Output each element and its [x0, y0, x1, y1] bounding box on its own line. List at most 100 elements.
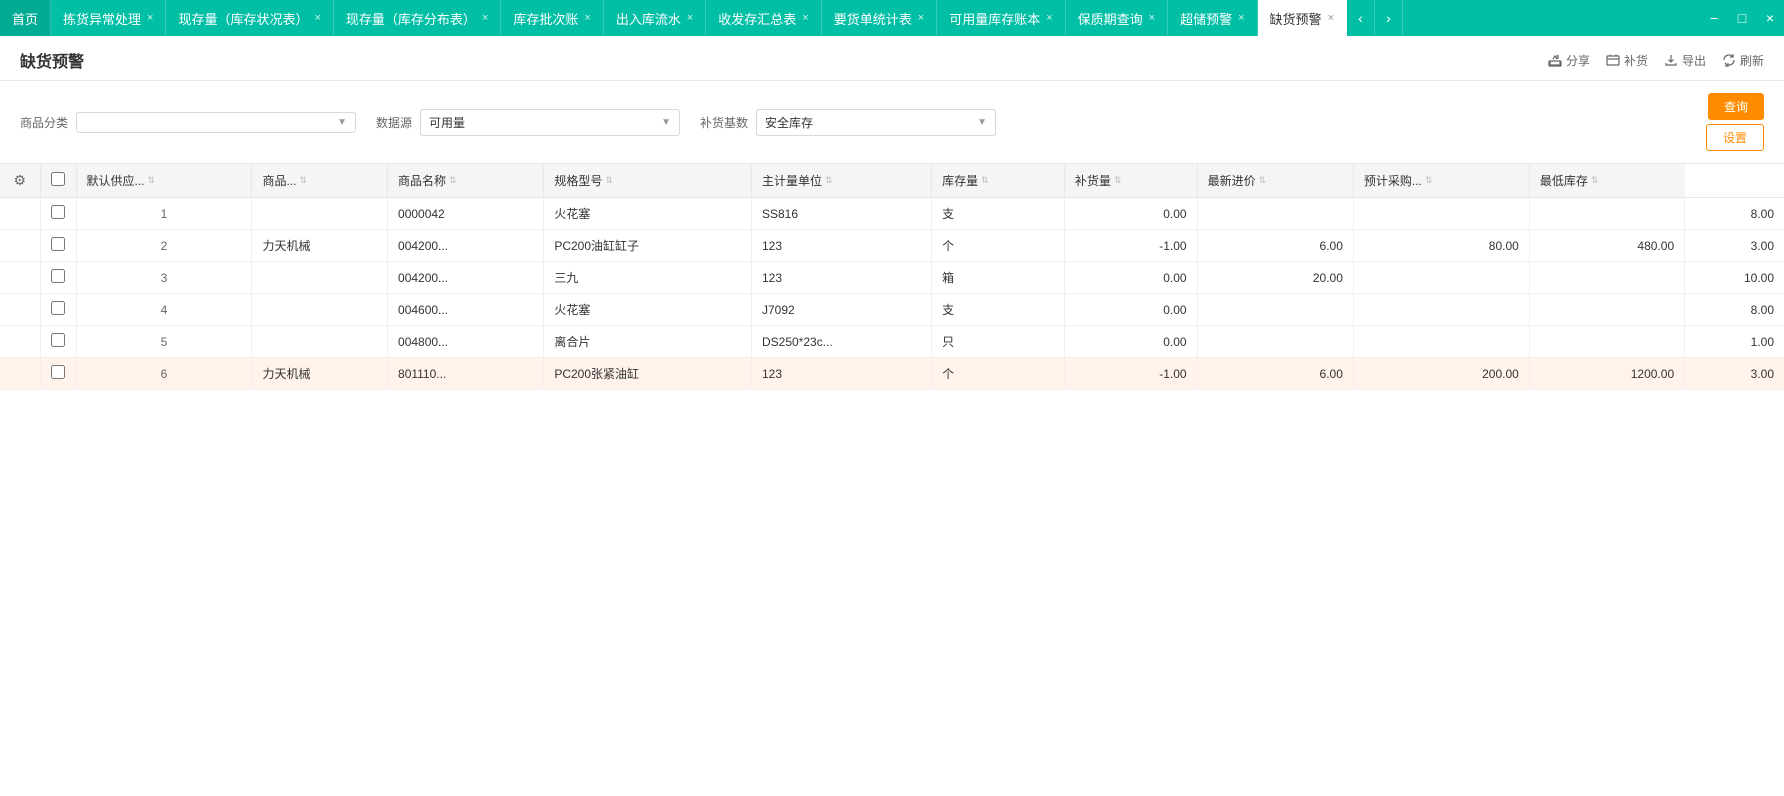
refresh-action[interactable]: 刷新 [1722, 52, 1764, 69]
row-min-stock: 8.00 [1685, 198, 1784, 230]
tab-close-overstock[interactable]: × [1238, 12, 1244, 24]
tab-stock-dist[interactable]: 现存量（库存分布表） × [334, 0, 501, 36]
row-min-stock: 8.00 [1685, 294, 1784, 326]
row-replenish-qty [1197, 198, 1353, 230]
row-stock-qty: 0.00 [1064, 326, 1197, 358]
select-all-checkbox[interactable] [51, 172, 65, 186]
tab-batch[interactable]: 库存批次账 × [501, 0, 603, 36]
page-header: 缺货预警 分享 补货 导出 [0, 36, 1784, 81]
table-row: 3 004200... 三九 123 箱 0.00 20.00 10.00 [0, 262, 1784, 294]
row-index: 5 [76, 326, 252, 358]
tab-inout-flow[interactable]: 出入库流水 × [604, 0, 706, 36]
sort-goods-name-icon[interactable]: ⇅ [449, 175, 457, 186]
sort-replenish-qty-icon[interactable]: ⇅ [1114, 175, 1122, 186]
row-stock-qty: -1.00 [1064, 358, 1197, 390]
tab-shortage[interactable]: 缺货预警 × [1258, 0, 1347, 36]
sort-stock-qty-icon[interactable]: ⇅ [981, 175, 989, 186]
replenish-action[interactable]: 补货 [1606, 52, 1648, 69]
row-goods-code: 004800... [388, 326, 544, 358]
main-content: 缺货预警 分享 补货 导出 [0, 36, 1784, 796]
th-goods-code: 商品... ⇅ [252, 164, 388, 198]
setting-button[interactable]: 设置 [1706, 124, 1764, 151]
export-action[interactable]: 导出 [1664, 52, 1706, 69]
sort-est-purchase-icon[interactable]: ⇅ [1425, 175, 1433, 186]
gear-settings-icon[interactable]: ⚙ [13, 172, 26, 188]
row-supplier: 力天机械 [252, 358, 388, 390]
tab-available-ledger[interactable]: 可用量库存账本 × [937, 0, 1065, 36]
tab-expiry[interactable]: 保质期查询 × [1066, 0, 1168, 36]
sort-goods-code-icon[interactable]: ⇅ [299, 175, 307, 186]
tab-nav-next[interactable]: › [1375, 0, 1403, 36]
window-close-btn[interactable]: × [1756, 0, 1784, 36]
replenish-base-select[interactable]: 安全库存 ▼ [756, 109, 996, 136]
row-checkbox[interactable] [51, 205, 65, 219]
datasource-select[interactable]: 可用量 ▼ [420, 109, 680, 136]
row-gear-cell [0, 294, 40, 326]
tab-stock-status[interactable]: 现存量（库存状况表） × [166, 0, 333, 36]
row-stock-qty: -1.00 [1064, 230, 1197, 262]
tab-close-demand-stat[interactable]: × [918, 12, 924, 24]
row-index: 6 [76, 358, 252, 390]
row-goods-code: 0000042 [388, 198, 544, 230]
tab-close-expiry[interactable]: × [1149, 12, 1155, 24]
row-unit: 支 [932, 198, 1065, 230]
share-action[interactable]: 分享 [1548, 52, 1590, 69]
replenish-base-select-value: 安全库存 [765, 114, 813, 131]
replenish-base-label: 补货基数 [700, 114, 748, 131]
sort-unit-icon[interactable]: ⇅ [825, 175, 833, 186]
tab-close-inout-flow[interactable]: × [687, 12, 693, 24]
tab-close-stock-status[interactable]: × [314, 12, 320, 24]
tab-close-stock-dist[interactable]: × [482, 12, 488, 24]
row-checkbox[interactable] [51, 237, 65, 251]
row-goods-code: 004200... [388, 230, 544, 262]
datasource-filter-group: 数据源 可用量 ▼ [376, 109, 680, 136]
row-stock-qty: 0.00 [1064, 294, 1197, 326]
tab-demand-stat[interactable]: 要货单统计表 × [822, 0, 937, 36]
row-replenish-qty [1197, 294, 1353, 326]
tab-close-abnormal[interactable]: × [147, 12, 153, 24]
row-checkbox[interactable] [51, 333, 65, 347]
tab-window-actions: − □ × [1700, 0, 1784, 36]
sort-supplier-icon[interactable]: ⇅ [148, 175, 156, 186]
query-button[interactable]: 查询 [1708, 93, 1764, 120]
row-spec: J7092 [751, 294, 931, 326]
window-minimize-btn[interactable]: − [1700, 0, 1728, 36]
sort-latest-price-icon[interactable]: ⇅ [1259, 175, 1267, 186]
header-actions: 分享 补货 导出 刷新 [1548, 52, 1764, 69]
row-checkbox[interactable] [51, 365, 65, 379]
row-checkbox[interactable] [51, 269, 65, 283]
category-select[interactable]: ▼ [76, 112, 356, 133]
tab-home[interactable]: 首页 [0, 0, 51, 36]
row-checkbox[interactable] [51, 301, 65, 315]
row-unit: 只 [932, 326, 1065, 358]
tab-overstock[interactable]: 超储预警 × [1168, 0, 1257, 36]
tab-nav-prev[interactable]: ‹ [1347, 0, 1375, 36]
row-min-stock: 3.00 [1685, 230, 1784, 262]
row-index: 1 [76, 198, 252, 230]
tab-close-receipt-summary[interactable]: × [802, 12, 808, 24]
row-min-stock: 10.00 [1685, 262, 1784, 294]
table-header-row: ⚙ 默认供应... ⇅ 商品... ⇅ [0, 164, 1784, 198]
row-unit: 个 [932, 358, 1065, 390]
window-maximize-btn[interactable]: □ [1728, 0, 1756, 36]
tab-receipt-summary[interactable]: 收发存汇总表 × [706, 0, 821, 36]
row-checkbox-cell [40, 230, 76, 262]
table-container: ⚙ 默认供应... ⇅ 商品... ⇅ [0, 164, 1784, 390]
tab-close-batch[interactable]: × [584, 12, 590, 24]
refresh-icon [1722, 53, 1736, 67]
category-filter-group: 商品分类 ▼ [20, 112, 356, 133]
row-est-purchase [1529, 262, 1684, 294]
datasource-select-arrow: ▼ [661, 117, 671, 128]
sort-min-stock-icon[interactable]: ⇅ [1591, 175, 1599, 186]
row-goods-name: 三九 [544, 262, 752, 294]
tab-abnormal[interactable]: 拣货异常处理 × [51, 0, 166, 36]
row-goods-name: 离合片 [544, 326, 752, 358]
row-est-purchase [1529, 326, 1684, 358]
row-gear-cell [0, 326, 40, 358]
row-stock-qty: 0.00 [1064, 198, 1197, 230]
row-latest-price [1353, 294, 1529, 326]
row-replenish-qty: 20.00 [1197, 262, 1353, 294]
tab-close-shortage[interactable]: × [1328, 12, 1334, 24]
sort-spec-icon[interactable]: ⇅ [605, 175, 613, 186]
tab-close-available-ledger[interactable]: × [1046, 12, 1052, 24]
